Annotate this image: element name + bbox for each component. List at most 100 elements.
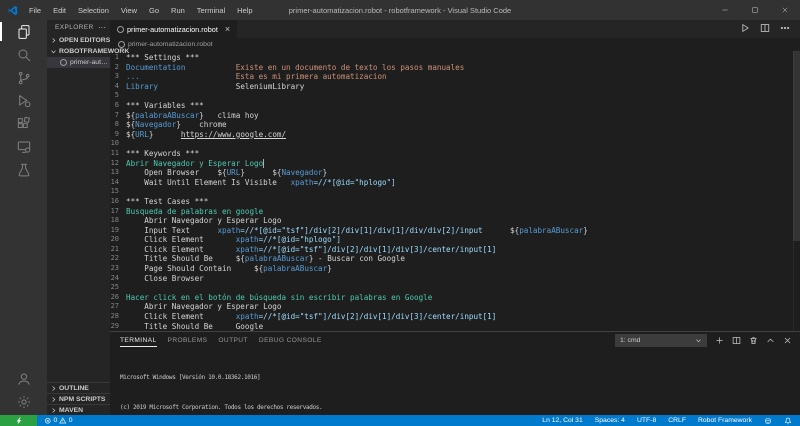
new-terminal-icon[interactable] [715, 332, 724, 350]
line-content: ${Navegador} chrome [126, 120, 227, 130]
code-line-25[interactable]: 25 [110, 283, 800, 293]
editor-cursor [263, 159, 265, 168]
tab-primer-automatizacion[interactable]: primer-automatizacion.robot × [110, 20, 238, 38]
breadcrumb[interactable]: primer-automatizacion.robot [110, 38, 800, 51]
menu-terminal[interactable]: Terminal [191, 6, 231, 15]
sidebar-section-npm-scripts[interactable]: NPM SCRIPTS [47, 393, 110, 404]
line-number: 28 [110, 312, 119, 321]
account-icon[interactable] [0, 367, 47, 390]
code-line-12[interactable]: 12 Abrir Navegador y Esperar Logo [110, 159, 800, 169]
editor-scrollbar[interactable] [793, 51, 800, 331]
code-line-9[interactable]: 9 ${URL} https://www.google.com/ [110, 130, 800, 140]
remote-indicator[interactable] [0, 415, 37, 426]
code-line-19[interactable]: 19 Input Text xpath=//*[@id="tsf"]/div[2… [110, 226, 800, 236]
code-line-21[interactable]: 21 Click Element xpath=//*[@id="tsf"]/di… [110, 245, 800, 255]
status-utf-8[interactable]: UTF-8 [637, 417, 656, 424]
code-line-18[interactable]: 18 Abrir Navegador y Esperar Logo [110, 216, 800, 226]
sidebar-section-maven[interactable]: MAVEN [47, 404, 110, 415]
robot-file-icon [117, 25, 124, 33]
code-line-11[interactable]: 11 *** Keywords *** [110, 149, 800, 159]
open-editors-section[interactable]: OPEN EDITORS [47, 35, 110, 46]
run-icon[interactable] [740, 20, 750, 38]
code-line-23[interactable]: 23 Page Should Contain ${palabraABuscar} [110, 264, 800, 274]
chevron-down-icon [696, 339, 701, 343]
menu-help[interactable]: Help [231, 6, 258, 15]
close-panel-icon[interactable] [783, 332, 792, 350]
problems-status[interactable]: 0 0 [37, 417, 73, 425]
split-terminal-icon[interactable] [732, 332, 741, 350]
file-item-primer-automatizacion[interactable]: primer-automatiz... [47, 57, 110, 68]
search-icon[interactable] [0, 43, 47, 66]
code-line-10[interactable]: 10 [110, 139, 800, 149]
warning-icon [59, 417, 67, 424]
line-number: 22 [110, 254, 119, 263]
panel-tab-output[interactable]: OUTPUT [218, 334, 248, 347]
code-line-7[interactable]: 7 ${palabraABuscar} clima hoy [110, 111, 800, 121]
status-ln-12-col-31[interactable]: Ln 12, Col 31 [542, 417, 582, 424]
feedback-smiley-icon[interactable] [764, 417, 772, 425]
kill-terminal-icon[interactable] [749, 332, 758, 350]
menu-run[interactable]: Run [165, 6, 191, 15]
folder-section-robotframework[interactable]: ROBOTFRAMEWORK [47, 46, 129, 57]
more-actions-icon[interactable] [780, 20, 790, 38]
code-line-27[interactable]: 27 Abrir Navegador y Esperar Logo [110, 302, 800, 312]
code-line-14[interactable]: 14 Wait Until Element Is Visible xpath=/… [110, 178, 800, 188]
menu-selection[interactable]: Selection [72, 6, 115, 15]
terminal-shell-selector[interactable]: 1: cmd [615, 334, 707, 347]
status-crlf[interactable]: CRLF [668, 417, 686, 424]
status-spaces-4[interactable]: Spaces: 4 [595, 417, 625, 424]
code-line-5[interactable]: 5 [110, 91, 800, 101]
code-line-17[interactable]: 17 Busqueda de palabras en google [110, 207, 800, 217]
remote-explorer-icon[interactable] [0, 135, 47, 158]
code-line-22[interactable]: 22 Title Should Be ${palabraABuscar} - B… [110, 254, 800, 264]
code-editor[interactable]: 1 *** Settings *** 2 Documentation Existe e… [110, 51, 800, 331]
run-debug-icon[interactable] [0, 89, 47, 112]
menu-edit[interactable]: Edit [47, 6, 72, 15]
breadcrumb-label: primer-automatizacion.robot [128, 41, 213, 48]
panel-tab-debug-console[interactable]: DEBUG CONSOLE [259, 334, 322, 347]
code-line-4[interactable]: 4 Library SeleniumLibrary [110, 82, 800, 92]
line-content: Wait Until Element Is Visible xpath=//*[… [126, 177, 396, 187]
code-line-15[interactable]: 15 [110, 187, 800, 197]
panel-tab-problems[interactable]: PROBLEMS [168, 334, 208, 347]
code-line-26[interactable]: 26 Hacer click en el botón de búsqueda si… [110, 293, 800, 303]
code-line-13[interactable]: 13 Open Browser ${URL} ${Navegador} [110, 168, 800, 178]
code-line-20[interactable]: 20 Click Element xpath=//*[@id="hplogo"] [110, 235, 800, 245]
ellipsis-icon[interactable]: ··· [98, 24, 106, 32]
panel-tab-terminal[interactable]: TERMINAL [120, 334, 157, 347]
minimize-icon[interactable] [710, 0, 740, 20]
menu-view[interactable]: View [115, 6, 143, 15]
close-icon[interactable]: × [225, 24, 230, 34]
chevron-down-icon [51, 50, 56, 54]
code-line-6[interactable]: 6 *** Variables *** [110, 101, 800, 111]
line-content: Documentation Existe en un documento de … [126, 62, 465, 72]
maximize-panel-icon[interactable] [766, 332, 775, 350]
explorer-icon[interactable] [0, 20, 47, 43]
sidebar-section-outline[interactable]: OUTLINE [47, 382, 110, 393]
test-beaker-icon[interactable] [0, 158, 47, 181]
code-line-8[interactable]: 8 ${Navegador} chrome [110, 120, 800, 130]
line-number: 8 [114, 120, 119, 129]
title-bar: File Edit Selection View Go Run Terminal Help p… [0, 0, 800, 20]
menu-go[interactable]: Go [143, 6, 165, 15]
menu-file[interactable]: File [23, 6, 47, 15]
code-line-2[interactable]: 2 Documentation Existe en un documento de… [110, 63, 800, 73]
status-robot-framework[interactable]: Robot Framework [698, 417, 752, 424]
line-number: 9 [114, 129, 119, 138]
code-line-28[interactable]: 28 Click Element xpath=//*[@id="tsf"]/di… [110, 312, 800, 322]
code-line-16[interactable]: 16 *** Test Cases *** [110, 197, 800, 207]
manage-gear-icon[interactable] [0, 390, 47, 413]
extensions-icon[interactable] [0, 112, 47, 135]
split-editor-icon[interactable] [760, 20, 770, 38]
code-line-24[interactable]: 24 Close Browser [110, 274, 800, 284]
warning-count: 0 [68, 417, 73, 424]
line-number: 29 [110, 321, 119, 330]
bell-icon[interactable] [784, 417, 792, 425]
code-line-29[interactable]: 29 Title Should Be Google [110, 322, 800, 331]
close-icon[interactable] [770, 0, 800, 20]
source-control-icon[interactable] [0, 66, 47, 89]
code-line-3[interactable]: 3 ... Esta es mi primera automatizacion [110, 72, 800, 82]
maximize-icon[interactable] [740, 0, 770, 20]
explorer-header: EXPLORER ··· [47, 20, 110, 35]
code-line-1[interactable]: 1 *** Settings *** [110, 53, 800, 63]
